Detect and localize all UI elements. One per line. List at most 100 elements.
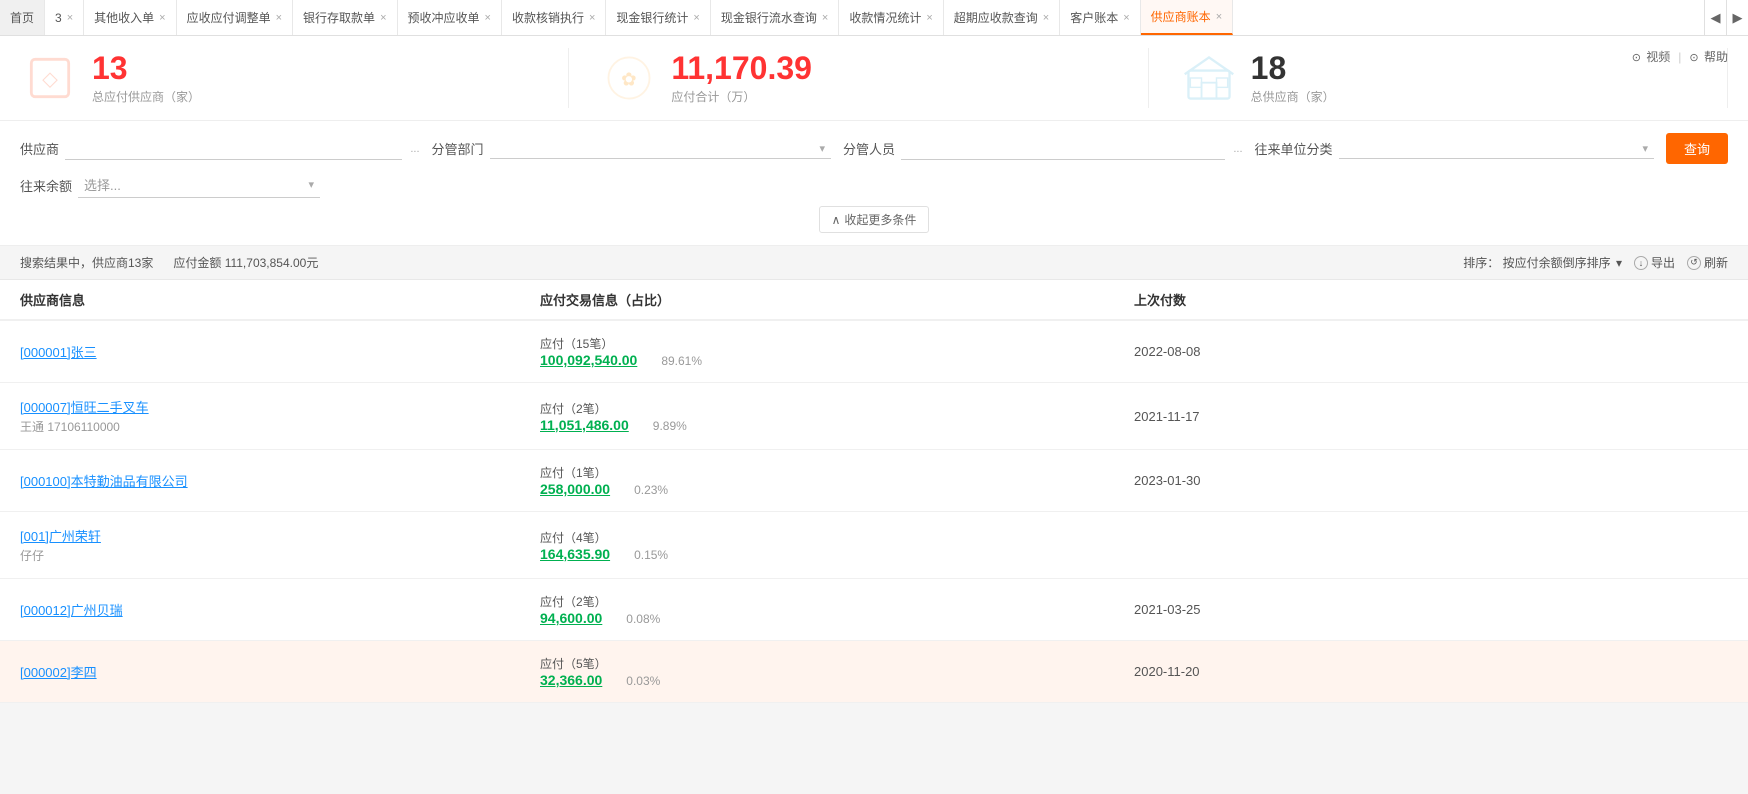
video-link[interactable]: ⊙ 视频 — [1632, 48, 1671, 65]
collapse-button[interactable]: ∧ 收起更多条件 — [819, 206, 930, 233]
dept-dropdown[interactable]: ▾ — [490, 139, 831, 159]
supplier-label: 供应商 — [20, 139, 59, 158]
supplier-link-4[interactable]: [000012]广州贝瑞 — [20, 603, 123, 618]
result-bar: 搜索结果中，供应商13家 应付金额 111,703,854.00元 排序： 按应… — [0, 246, 1748, 280]
supplier-input[interactable] — [65, 138, 402, 160]
pay-amount-5[interactable]: 32,366.00 — [540, 672, 602, 688]
nav-tab-cash-flow[interactable]: 现金银行流水查询× — [711, 0, 839, 35]
pay-amount-2[interactable]: 258,000.00 — [540, 481, 610, 497]
last-pay-4: 2021-03-25 — [1134, 602, 1728, 617]
export-label: 导出 — [1651, 254, 1675, 271]
supplier-sub-3: 仔仔 — [20, 547, 540, 564]
pay-info-1: 应付（2笔）11,051,486.009.89% — [540, 400, 1134, 433]
stat-label-payable: 总应付供应商（家） — [92, 88, 200, 105]
balance-dropdown-arrow: ▾ — [308, 178, 314, 191]
supplier-link-0[interactable]: [000001]张三 — [20, 345, 97, 360]
banner-divider: | — [1678, 50, 1681, 64]
nav-tab-pre-recv[interactable]: 预收冲应收单× — [398, 0, 502, 35]
category-dropdown[interactable]: ▾ — [1339, 139, 1654, 159]
pay-amount-3[interactable]: 164,635.90 — [540, 546, 610, 562]
tab-close-other-income[interactable]: × — [159, 12, 165, 24]
help-link[interactable]: ⊙ 帮助 — [1689, 48, 1728, 65]
stat-block-suppliers-payable: ◇ 13 总应付供应商（家） — [20, 48, 569, 108]
nav-tab-recv-verify[interactable]: 收款核销执行× — [502, 0, 606, 35]
nav-tab-customer-book[interactable]: 客户账本× — [1060, 0, 1140, 35]
category-dropdown-arrow: ▾ — [1642, 142, 1648, 155]
tab-close-tab3[interactable]: × — [67, 12, 73, 24]
filter-row-2: 往来余额 选择... ▾ — [20, 172, 1728, 198]
filter-area: 供应商 ... 分管部门 ▾ 分管人员 ... 往来单位分类 ▾ 查询 往来 — [0, 121, 1748, 246]
pay-amount-4[interactable]: 94,600.00 — [540, 610, 602, 626]
nav-prev-arrow[interactable]: ◀ — [1704, 0, 1726, 35]
table-body: [000001]张三 应付（15笔）100,092,540.0089.61% 202… — [0, 321, 1748, 703]
nav-next-arrow[interactable]: ▶ — [1726, 0, 1748, 35]
nav-tab-home[interactable]: 首页 — [0, 0, 45, 35]
tab-close-pre-recv[interactable]: × — [485, 12, 491, 24]
pay-label-1: 应付（2笔） — [540, 400, 1134, 417]
refresh-label: 刷新 — [1704, 254, 1728, 271]
pay-percent-4: 0.08% — [626, 612, 660, 626]
pay-info-0: 应付（15笔）100,092,540.0089.61% — [540, 335, 1134, 368]
supplier-link-5[interactable]: [000002]李四 — [20, 665, 97, 680]
supplier-link-3[interactable]: [001]广州荣轩 — [20, 529, 101, 544]
nav-tab-bank-deposit[interactable]: 银行存取款单× — [293, 0, 397, 35]
table-row: [001]广州荣轩仔仔应付（4笔）164,635.900.15% — [0, 512, 1748, 579]
sort-value[interactable]: 按应付余额倒序排序 — [1503, 256, 1611, 270]
nav-tab-tab3[interactable]: 3× — [45, 0, 84, 35]
tab-close-cash-flow[interactable]: × — [822, 12, 828, 24]
pay-info-5: 应付（5笔）32,366.000.03% — [540, 655, 1134, 688]
pay-percent-2: 0.23% — [634, 483, 668, 497]
supplier-info-0: [000001]张三 — [20, 342, 540, 361]
stat-info-total-payable: 11,170.39 应付合计（万） — [671, 52, 812, 105]
last-pay-1: 2021-11-17 — [1134, 409, 1728, 424]
supplier-sub-1: 王通 17106110000 — [20, 418, 540, 435]
export-action[interactable]: ↓ 导出 — [1634, 254, 1675, 271]
supplier-link-2[interactable]: [000100]本特勤油品有限公司 — [20, 474, 188, 489]
pay-amount-1[interactable]: 11,051,486.00 — [540, 417, 629, 433]
result-amount: 应付金额 111,703,854.00元 — [173, 254, 318, 271]
pay-label-2: 应付（1笔） — [540, 464, 1134, 481]
pay-label-0: 应付（15笔） — [540, 335, 1134, 352]
svg-text:✿: ✿ — [622, 68, 638, 89]
result-info: 搜索结果中，供应商13家 应付金额 111,703,854.00元 — [20, 254, 318, 271]
nav-tab-ar-ap-adj[interactable]: 应收应付调整单× — [177, 0, 293, 35]
supplier-link-1[interactable]: [000007]恒旺二手叉车 — [20, 400, 149, 415]
category-label: 往来单位分类 — [1255, 139, 1333, 158]
table-row: [000002]李四应付（5笔）32,366.000.03%2020-11-20 — [0, 641, 1748, 703]
tab-close-recv-verify[interactable]: × — [589, 12, 595, 24]
tab-close-cash-stat[interactable]: × — [693, 12, 699, 24]
pay-label-4: 应付（2笔） — [540, 593, 1134, 610]
filter-row-1: 供应商 ... 分管部门 ▾ 分管人员 ... 往来单位分类 ▾ 查询 — [20, 133, 1728, 164]
person-dots[interactable]: ... — [1233, 143, 1242, 155]
collapse-icon: ∧ — [832, 213, 841, 227]
supplier-dots[interactable]: ... — [410, 143, 419, 155]
stat-block-total-payable: ✿ 11,170.39 应付合计（万） — [569, 48, 1148, 108]
pay-amount-0[interactable]: 100,092,540.00 — [540, 352, 637, 368]
tab-close-customer-book[interactable]: × — [1123, 12, 1129, 24]
tab-close-recv-stat[interactable]: × — [926, 12, 932, 24]
nav-tab-cash-stat[interactable]: 现金银行统计× — [606, 0, 710, 35]
nav-tab-supplier-book[interactable]: 供应商账本× — [1141, 0, 1233, 35]
filter-person: 分管人员 ... — [843, 138, 1243, 160]
nav-tab-overdue-recv[interactable]: 超期应收款查询× — [944, 0, 1060, 35]
supplier-info-2: [000100]本特勤油品有限公司 — [20, 471, 540, 490]
refresh-icon: ↺ — [1687, 256, 1701, 270]
filter-dept: 分管部门 ▾ — [432, 139, 832, 159]
stat-label-total-payable: 应付合计（万） — [671, 88, 812, 105]
query-button[interactable]: 查询 — [1666, 133, 1728, 164]
stat-info-total-suppliers: 18 总供应商（家） — [1251, 52, 1335, 105]
sort-arrow: ▾ — [1616, 256, 1622, 270]
refresh-action[interactable]: ↺ 刷新 — [1687, 254, 1728, 271]
table-row: [000100]本特勤油品有限公司应付（1笔）258,000.000.23%20… — [0, 450, 1748, 512]
tab-close-bank-deposit[interactable]: × — [380, 12, 386, 24]
nav-tab-other-income[interactable]: 其他收入单× — [84, 0, 176, 35]
banner-actions: ⊙ 视频 | ⊙ 帮助 — [1632, 48, 1728, 65]
tab-close-supplier-book[interactable]: × — [1216, 11, 1222, 23]
tab-close-ar-ap-adj[interactable]: × — [276, 12, 282, 24]
balance-dropdown[interactable]: 选择... ▾ — [78, 172, 320, 198]
tab-close-overdue-recv[interactable]: × — [1043, 12, 1049, 24]
table-row: [000001]张三应付（15笔）100,092,540.0089.61%202… — [0, 321, 1748, 383]
col-header-supplier: 供应商信息 — [20, 290, 540, 309]
nav-tab-recv-stat[interactable]: 收款情况统计× — [839, 0, 943, 35]
person-input[interactable] — [901, 138, 1225, 160]
